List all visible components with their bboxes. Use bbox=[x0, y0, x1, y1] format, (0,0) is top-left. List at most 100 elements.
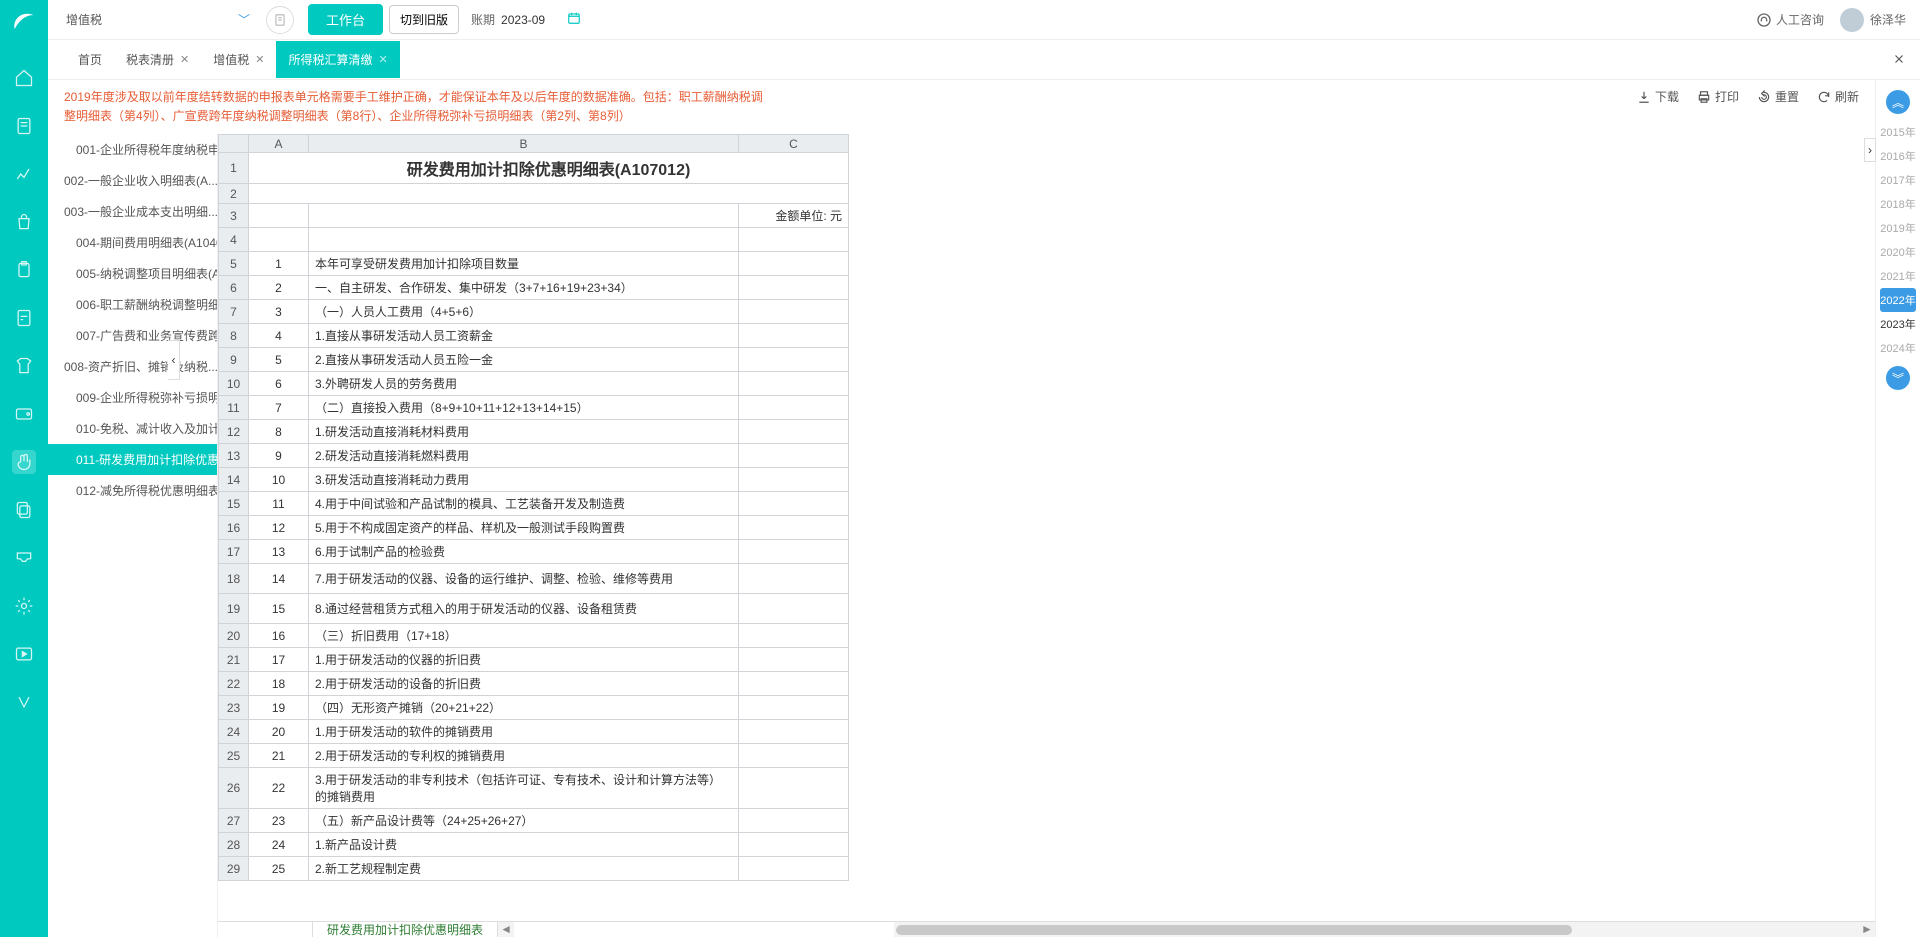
cell-amount[interactable] bbox=[739, 444, 849, 468]
row-header[interactable]: 9 bbox=[219, 348, 249, 372]
cell-amount[interactable] bbox=[739, 324, 849, 348]
row-header[interactable]: 23 bbox=[219, 696, 249, 720]
cell-rownum[interactable]: 25 bbox=[249, 857, 309, 881]
cell-rownum[interactable]: 5 bbox=[249, 348, 309, 372]
cell-rownum[interactable]: 22 bbox=[249, 768, 309, 809]
cell-amount[interactable] bbox=[739, 276, 849, 300]
cell-rownum[interactable]: 7 bbox=[249, 396, 309, 420]
cell-amount[interactable] bbox=[739, 252, 849, 276]
cell-amount[interactable] bbox=[739, 648, 849, 672]
cell-item[interactable]: （四）无形资产摊销（20+21+22） bbox=[309, 696, 739, 720]
cell-rownum[interactable]: 20 bbox=[249, 720, 309, 744]
row-header[interactable]: 11 bbox=[219, 396, 249, 420]
cell-amount[interactable] bbox=[739, 564, 849, 594]
cell-item[interactable]: 2.新工艺规程制定费 bbox=[309, 857, 739, 881]
year-option[interactable]: 2019年 bbox=[1880, 216, 1915, 240]
year-option[interactable]: 2023年 bbox=[1880, 312, 1915, 336]
cell-amount[interactable] bbox=[739, 492, 849, 516]
row-header[interactable]: 26 bbox=[219, 768, 249, 809]
tab-close-icon[interactable]: ✕ bbox=[255, 53, 264, 66]
sidelist-item[interactable]: 008-资产折旧、摊销及纳税... bbox=[48, 351, 217, 382]
sidelist-item[interactable]: 006-职工薪酬纳税调整明细... bbox=[48, 289, 217, 320]
sidelist-item[interactable]: 007-广告费和业务宣传费跨... bbox=[48, 320, 217, 351]
cell-amount[interactable] bbox=[739, 744, 849, 768]
cell-amount[interactable] bbox=[739, 624, 849, 648]
rail-play-icon[interactable] bbox=[12, 642, 36, 666]
cell-amount[interactable] bbox=[739, 516, 849, 540]
switch-oldver-button[interactable]: 切到旧版 bbox=[389, 5, 459, 34]
rail-clipboard-icon[interactable] bbox=[12, 258, 36, 282]
rail-v-icon[interactable] bbox=[12, 690, 36, 714]
cell-item[interactable]: 2.直接从事研发活动人员五险一金 bbox=[309, 348, 739, 372]
row-header[interactable]: 7 bbox=[219, 300, 249, 324]
rail-gear-icon[interactable] bbox=[12, 594, 36, 618]
scroll-right-button[interactable]: ► bbox=[1859, 922, 1875, 937]
row-header[interactable]: 29 bbox=[219, 857, 249, 881]
row-header[interactable]: 16 bbox=[219, 516, 249, 540]
cell-amount[interactable] bbox=[739, 348, 849, 372]
expand-grid-handle[interactable]: › bbox=[1864, 138, 1876, 162]
rail-bag-icon[interactable] bbox=[12, 210, 36, 234]
row-header[interactable]: 14 bbox=[219, 468, 249, 492]
col-header[interactable]: C bbox=[739, 135, 849, 153]
cell-rownum[interactable]: 10 bbox=[249, 468, 309, 492]
cell-rownum[interactable]: 14 bbox=[249, 564, 309, 594]
cell-rownum[interactable]: 13 bbox=[249, 540, 309, 564]
cell-item[interactable]: 8.通过经营租赁方式租入的用于研发活动的仪器、设备租赁费 bbox=[309, 594, 739, 624]
cell-amount[interactable] bbox=[739, 300, 849, 324]
row-header[interactable]: 20 bbox=[219, 624, 249, 648]
cell-rownum[interactable]: 3 bbox=[249, 300, 309, 324]
cell-item[interactable]: 2.研发活动直接消耗燃料费用 bbox=[309, 444, 739, 468]
row-header[interactable]: 4 bbox=[219, 228, 249, 252]
cell-item[interactable]: 2.用于研发活动的专利权的摊销费用 bbox=[309, 744, 739, 768]
close-all-tabs-button[interactable] bbox=[1888, 48, 1910, 70]
row-header[interactable]: 6 bbox=[219, 276, 249, 300]
cell-item[interactable]: 3.用于研发活动的非专利技术（包括许可证、专有技术、设计和计算方法等）的摊销费用 bbox=[309, 768, 739, 809]
rail-calc-icon[interactable] bbox=[12, 306, 36, 330]
year-option[interactable]: 2022年 bbox=[1880, 288, 1915, 312]
sidelist-item[interactable]: 005-纳税调整项目明细表(A1... bbox=[48, 258, 217, 289]
tab-首页[interactable]: 首页 bbox=[66, 41, 114, 78]
rail-chart-icon[interactable] bbox=[12, 162, 36, 186]
cell-item[interactable]: （一）人员人工费用（4+5+6） bbox=[309, 300, 739, 324]
cell-rownum[interactable]: 16 bbox=[249, 624, 309, 648]
row-header[interactable]: 3 bbox=[219, 204, 249, 228]
hscroll-track[interactable] bbox=[894, 922, 1859, 937]
cell-item[interactable]: 1.直接从事研发活动人员工资薪金 bbox=[309, 324, 739, 348]
rail-hand-icon[interactable] bbox=[12, 450, 36, 474]
hscroll-thumb[interactable] bbox=[896, 925, 1571, 935]
cell-amount[interactable] bbox=[739, 809, 849, 833]
row-header[interactable]: 25 bbox=[219, 744, 249, 768]
cell-rownum[interactable]: 8 bbox=[249, 420, 309, 444]
cell-item[interactable]: 2.用于研发活动的设备的折旧费 bbox=[309, 672, 739, 696]
cell-amount[interactable] bbox=[739, 720, 849, 744]
cell-rownum[interactable]: 2 bbox=[249, 276, 309, 300]
year-down-button[interactable]: ︾ bbox=[1886, 366, 1910, 390]
tab-close-icon[interactable]: ✕ bbox=[379, 53, 388, 66]
scroll-left-button[interactable]: ◄ bbox=[498, 922, 514, 937]
row-header[interactable]: 22 bbox=[219, 672, 249, 696]
doc-icon-button[interactable] bbox=[266, 6, 294, 34]
cell-amount[interactable] bbox=[739, 540, 849, 564]
year-option[interactable]: 2016年 bbox=[1880, 144, 1915, 168]
cell-item[interactable]: 一、自主研发、合作研发、集中研发（3+7+16+19+23+34） bbox=[309, 276, 739, 300]
cell-item[interactable]: 本年可享受研发费用加计扣除项目数量 bbox=[309, 252, 739, 276]
year-option[interactable]: 2018年 bbox=[1880, 192, 1915, 216]
year-option[interactable]: 2015年 bbox=[1880, 120, 1915, 144]
cell-item[interactable]: 7.用于研发活动的仪器、设备的运行维护、调整、检验、维修等费用 bbox=[309, 564, 739, 594]
row-header[interactable]: 12 bbox=[219, 420, 249, 444]
cell-item[interactable]: （二）直接投入费用（8+9+10+11+12+13+14+15） bbox=[309, 396, 739, 420]
cell-amount[interactable] bbox=[739, 594, 849, 624]
row-header[interactable]: 8 bbox=[219, 324, 249, 348]
grid-corner[interactable] bbox=[219, 135, 249, 153]
cell-item[interactable]: （三）折旧费用（17+18） bbox=[309, 624, 739, 648]
cell-rownum[interactable]: 18 bbox=[249, 672, 309, 696]
workspace-button[interactable]: 工作台 bbox=[308, 4, 383, 35]
cell-rownum[interactable]: 4 bbox=[249, 324, 309, 348]
sidelist-item[interactable]: 003-一般企业成本支出明细... bbox=[48, 196, 217, 227]
tab-close-icon[interactable]: ✕ bbox=[180, 53, 189, 66]
sidelist-item[interactable]: 009-企业所得税弥补亏损明... bbox=[48, 382, 217, 413]
tab-税表清册[interactable]: 税表清册✕ bbox=[114, 41, 201, 78]
col-header[interactable]: B bbox=[309, 135, 739, 153]
row-header[interactable]: 15 bbox=[219, 492, 249, 516]
